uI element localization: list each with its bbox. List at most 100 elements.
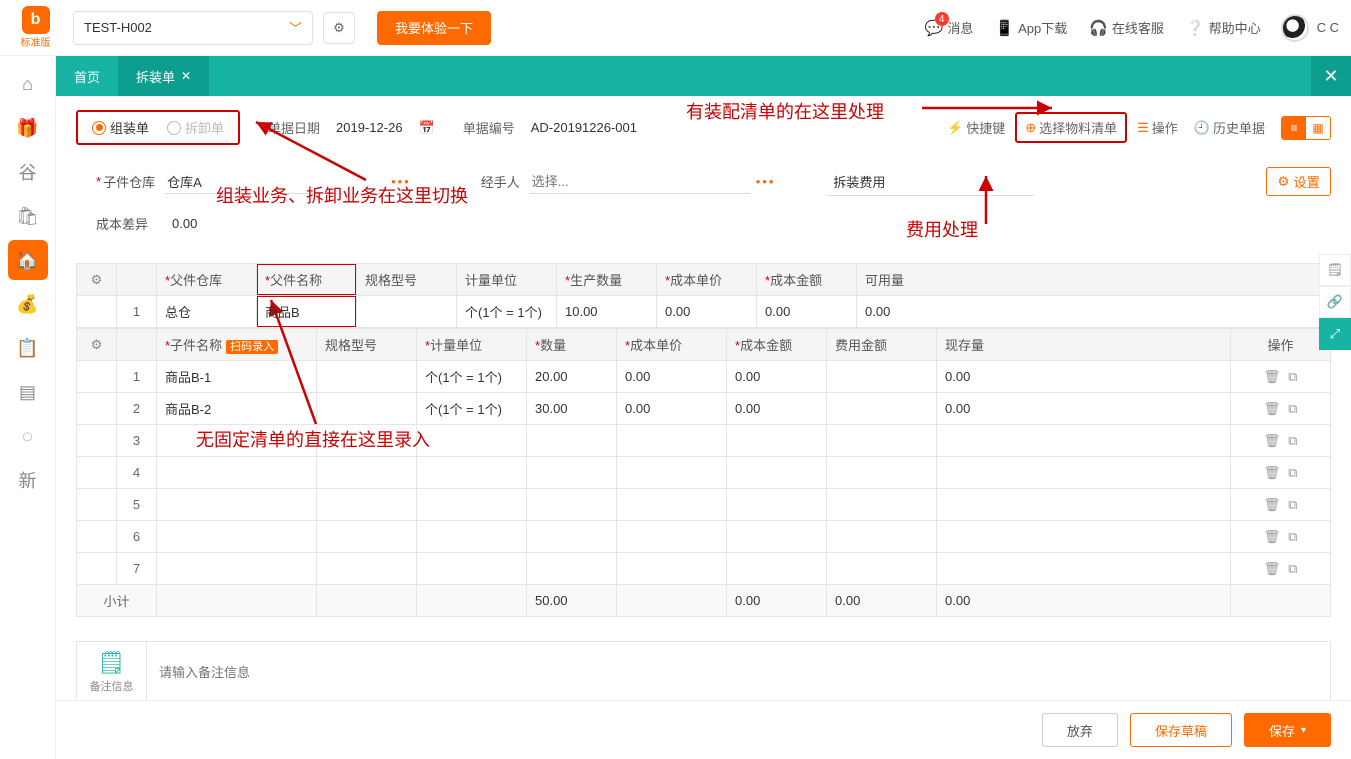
copy-icon[interactable]: ⧉ xyxy=(1288,465,1297,480)
cell-qty[interactable]: 20.00 xyxy=(527,361,617,393)
gear-header[interactable]: ⚙ xyxy=(77,329,117,361)
cell-spec[interactable] xyxy=(317,553,417,585)
discard-button[interactable]: 放弃 xyxy=(1042,713,1118,747)
sub-warehouse-input[interactable] xyxy=(165,170,385,194)
scan-tag[interactable]: 扫码录入 xyxy=(226,340,278,354)
row-gear[interactable] xyxy=(77,457,117,489)
logo[interactable]: b 标准版 xyxy=(12,6,59,49)
remark-input[interactable] xyxy=(147,642,1330,700)
nav-sync[interactable]: ◌ xyxy=(8,416,48,456)
cell-unit[interactable]: 个(1个 = 1个) xyxy=(417,393,527,425)
delete-icon[interactable]: 🗑 xyxy=(1264,433,1281,448)
cell-fee[interactable] xyxy=(827,489,937,521)
cell-fee[interactable] xyxy=(827,425,937,457)
copy-icon[interactable]: ⧉ xyxy=(1288,401,1297,416)
cell-qty[interactable] xyxy=(527,521,617,553)
cell-price[interactable] xyxy=(617,489,727,521)
delete-icon[interactable]: 🗑 xyxy=(1264,561,1281,576)
nav-gift[interactable]: 🎁 xyxy=(8,108,48,148)
row-gear[interactable] xyxy=(77,361,117,393)
settings-button[interactable]: ⚙ 设置 xyxy=(1266,167,1331,196)
cell-amt[interactable]: 0.00 xyxy=(757,296,857,328)
cell-qty[interactable]: 30.00 xyxy=(527,393,617,425)
cell-qty[interactable] xyxy=(527,489,617,521)
cell-unit[interactable]: 个(1个 = 1个) xyxy=(457,296,557,328)
avatar[interactable] xyxy=(1281,14,1309,42)
radio-split[interactable]: 拆卸单 xyxy=(167,118,224,137)
ops-link[interactable]: ☰操作 xyxy=(1131,114,1184,141)
cell-fee[interactable] xyxy=(827,361,937,393)
view-list[interactable]: ≡ xyxy=(1282,117,1306,139)
calendar-icon[interactable]: 📅 xyxy=(419,120,435,136)
cell-parent-wh[interactable]: 总仓 xyxy=(157,296,257,328)
rail-expand[interactable]: ⤢ xyxy=(1319,318,1351,350)
cell-amt[interactable] xyxy=(727,457,827,489)
table-row[interactable]: 4🗑⧉ xyxy=(77,457,1331,489)
cell-unit[interactable] xyxy=(417,489,527,521)
copy-icon[interactable]: ⧉ xyxy=(1288,497,1297,512)
copy-icon[interactable]: ⧉ xyxy=(1288,529,1297,544)
rail-note[interactable]: 🗒 xyxy=(1319,254,1351,286)
close-icon[interactable]: ✕ xyxy=(181,69,191,83)
cell-amt[interactable] xyxy=(727,489,827,521)
delete-icon[interactable]: 🗑 xyxy=(1264,529,1281,544)
nav-new[interactable]: 新 xyxy=(8,460,48,500)
more-icon[interactable]: ••• xyxy=(391,174,411,189)
cell-price[interactable]: 0.00 xyxy=(617,361,727,393)
cell-fee[interactable] xyxy=(827,457,937,489)
cell-amt[interactable]: 0.00 xyxy=(727,393,827,425)
cell-price[interactable] xyxy=(617,521,727,553)
cell-child-name[interactable] xyxy=(157,553,317,585)
row-gear[interactable] xyxy=(77,425,117,457)
table-row[interactable]: 7🗑⧉ xyxy=(77,553,1331,585)
delete-icon[interactable]: 🗑 xyxy=(1264,465,1281,480)
nav-house[interactable]: ⾕ xyxy=(8,152,48,192)
user-name[interactable]: C C xyxy=(1317,20,1339,35)
cell-spec[interactable] xyxy=(317,425,417,457)
history-link[interactable]: 🕘历史单据 xyxy=(1188,114,1271,141)
org-selector[interactable]: TEST-H002 ﹀ xyxy=(73,11,313,45)
save-draft-button[interactable]: 保存草稿 xyxy=(1130,713,1232,747)
cell-fee[interactable] xyxy=(827,521,937,553)
cell-child-name[interactable]: 商品B-2 xyxy=(157,393,317,425)
tab-home[interactable]: 首页 xyxy=(56,56,118,96)
rail-link[interactable]: 🔗 xyxy=(1319,286,1351,318)
copy-icon[interactable]: ⧉ xyxy=(1288,561,1297,576)
radio-combine[interactable]: 组装单 xyxy=(92,118,149,137)
cell-spec[interactable] xyxy=(357,296,457,328)
app-download-link[interactable]: 📱 App下载 xyxy=(995,18,1067,37)
more-icon[interactable]: ••• xyxy=(756,174,776,189)
nav-warehouse[interactable]: 🏠 xyxy=(8,240,48,280)
nav-report[interactable]: ▤ xyxy=(8,372,48,412)
cell-amt[interactable] xyxy=(727,425,827,457)
nav-clipboard[interactable]: 📋 xyxy=(8,328,48,368)
delete-icon[interactable]: 🗑 xyxy=(1264,401,1281,416)
cell-unit[interactable] xyxy=(417,425,527,457)
cell-qty[interactable] xyxy=(527,457,617,489)
delete-icon[interactable]: 🗑 xyxy=(1264,369,1281,384)
cell-spec[interactable] xyxy=(317,489,417,521)
customer-service-link[interactable]: 🎧 在线客服 xyxy=(1089,18,1164,37)
cell-child-name[interactable]: 商品B-1 xyxy=(157,361,317,393)
tabbar-close-button[interactable]: ✕ xyxy=(1311,56,1351,96)
cell-child-name[interactable] xyxy=(157,489,317,521)
view-grid[interactable]: ▦ xyxy=(1306,117,1330,139)
cell-unit[interactable] xyxy=(417,457,527,489)
cell-child-name[interactable] xyxy=(157,425,317,457)
cell-price[interactable] xyxy=(617,553,727,585)
row-gear[interactable] xyxy=(77,521,117,553)
row-gear[interactable] xyxy=(77,489,117,521)
cell-amt[interactable] xyxy=(727,521,827,553)
tab-assembly[interactable]: 拆装单 ✕ xyxy=(118,56,209,96)
copy-icon[interactable]: ⧉ xyxy=(1288,369,1297,384)
table-row[interactable]: 3🗑⧉ xyxy=(77,425,1331,457)
cell-price[interactable] xyxy=(617,457,727,489)
copy-icon[interactable]: ⧉ xyxy=(1288,433,1297,448)
cell-child-name[interactable] xyxy=(157,457,317,489)
cell-parent-name[interactable]: 商品B xyxy=(257,296,357,328)
table-row[interactable]: 6🗑⧉ xyxy=(77,521,1331,553)
shortcut-link[interactable]: ⚡快捷键 xyxy=(941,114,1011,141)
nav-money[interactable]: 💰 xyxy=(8,284,48,324)
table-row[interactable]: 2商品B-2个(1个 = 1个)30.000.000.000.00🗑⧉ xyxy=(77,393,1331,425)
assembly-fee-input[interactable] xyxy=(825,168,1035,196)
